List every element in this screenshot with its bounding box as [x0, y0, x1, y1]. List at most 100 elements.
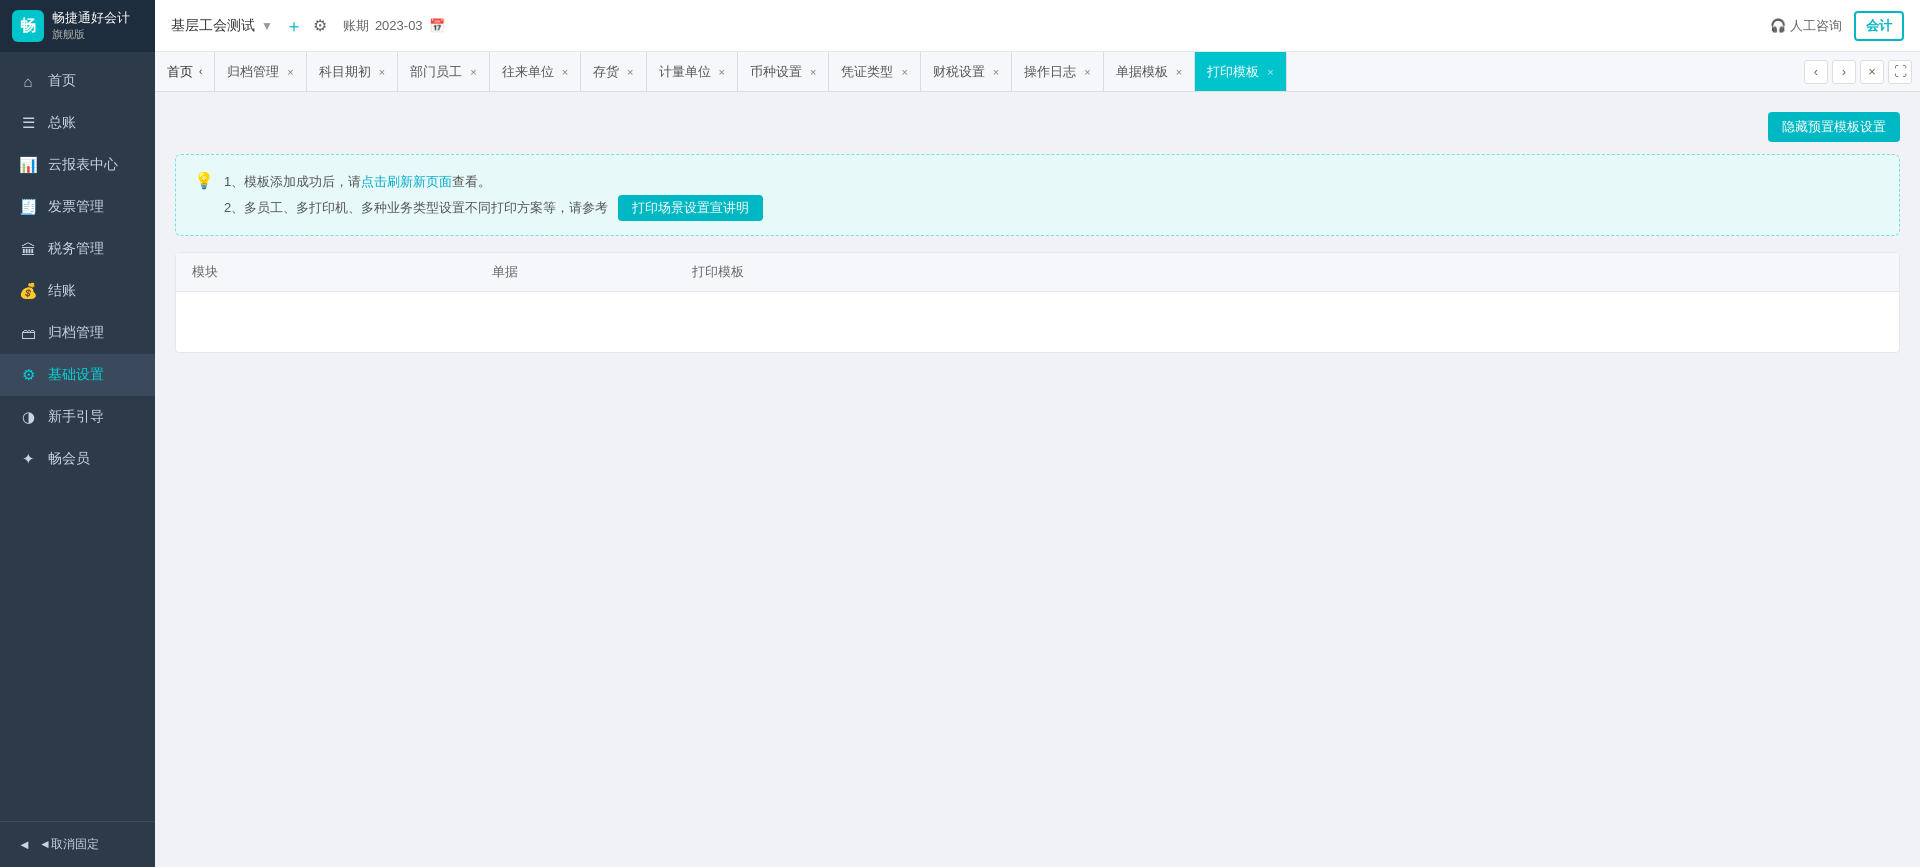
archive-icon: 🗃: [18, 325, 38, 342]
print-template-table: 模块 单据 打印模板: [175, 252, 1900, 353]
settings-icon: ⚙: [18, 366, 38, 384]
sidebar-item-home[interactable]: ⌂ 首页: [0, 60, 155, 102]
tab-close-icon[interactable]: ×: [562, 66, 568, 78]
add-company-button[interactable]: ＋: [285, 14, 303, 38]
sidebar-item-label: 发票管理: [48, 198, 104, 216]
tab-close-icon[interactable]: ×: [810, 66, 816, 78]
period-value: 2023-03: [375, 18, 423, 33]
sidebar-item-member[interactable]: ✦ 畅会员: [0, 438, 155, 480]
logo-icon: 畅: [12, 10, 44, 42]
info-line2: 2、多员工、多打印机、多种业务类型设置不同打印方案等，请参考 打印场景设置宣讲明: [224, 195, 763, 221]
tab-printtemplate[interactable]: 打印模板 ×: [1195, 52, 1286, 91]
tab-subject[interactable]: 科目期初 ×: [307, 52, 398, 91]
column-header-template: 打印模板: [692, 263, 1883, 281]
topbar-right: 🎧 人工咨询 会计: [1770, 11, 1904, 41]
tab-home[interactable]: 首页 ‹: [155, 52, 215, 91]
tab-nav-left-icon: ‹: [199, 66, 202, 77]
main-area: 基层工会测试 ▼ ＋ ⚙ 账期 2023-03 📅 🎧 人工咨询 会计 首页 ‹…: [155, 0, 1920, 867]
sidebar-item-label: 税务管理: [48, 240, 104, 258]
tab-close-icon[interactable]: ×: [470, 66, 476, 78]
tab-archive-label: 归档管理: [227, 63, 279, 81]
refresh-link[interactable]: 点击刷新新页面: [361, 174, 452, 189]
tab-singledoc[interactable]: 单据模板 ×: [1104, 52, 1195, 91]
tab-inventory[interactable]: 存货 ×: [581, 52, 646, 91]
info-box: 💡 1、模板添加成功后，请点击刷新新页面查看。 2、多员工、多打印机、多种业务类…: [175, 154, 1900, 236]
tab-dept-label: 部门员工: [410, 63, 462, 81]
sidebar-item-settings[interactable]: ⚙ 基础设置: [0, 354, 155, 396]
tab-close-icon[interactable]: ×: [379, 66, 385, 78]
sidebar-item-ledger[interactable]: ☰ 总账: [0, 102, 155, 144]
tab-currency-label: 币种设置: [750, 63, 802, 81]
tab-unit[interactable]: 计量单位 ×: [647, 52, 738, 91]
column-header-module: 模块: [192, 263, 492, 281]
sidebar-item-report[interactable]: 📊 云报表中心: [0, 144, 155, 186]
period-display: 账期 2023-03 📅: [343, 17, 445, 35]
sidebar-item-label: 畅会员: [48, 450, 90, 468]
sidebar-item-label: 新手引导: [48, 408, 104, 426]
content-area: 隐藏预置模板设置 💡 1、模板添加成功后，请点击刷新新页面查看。 2、多员工、多…: [155, 92, 1920, 867]
tab-voucher[interactable]: 凭证类型 ×: [829, 52, 920, 91]
tab-voucher-label: 凭证类型: [841, 63, 893, 81]
tab-close-icon[interactable]: ×: [1176, 66, 1182, 78]
tab-scroll-right-button[interactable]: ›: [1832, 60, 1856, 84]
column-header-voucher: 单据: [492, 263, 692, 281]
topbar: 基层工会测试 ▼ ＋ ⚙ 账期 2023-03 📅 🎧 人工咨询 会计: [155, 0, 1920, 52]
logo-text: 畅捷通好会计 旗舰版: [52, 10, 130, 41]
tab-fullscreen-button[interactable]: ⛶: [1888, 60, 1912, 84]
calendar-icon[interactable]: 📅: [429, 18, 445, 33]
member-icon: ✦: [18, 450, 38, 468]
tab-singledoc-label: 单据模板: [1116, 63, 1168, 81]
tab-partner[interactable]: 往来单位 ×: [490, 52, 581, 91]
home-icon: ⌂: [18, 73, 38, 90]
tab-close-icon[interactable]: ×: [901, 66, 907, 78]
service-button[interactable]: 🎧 人工咨询: [1770, 17, 1842, 35]
sidebar-item-tax[interactable]: 🏛 税务管理: [0, 228, 155, 270]
sidebar: 畅 畅捷通好会计 旗舰版 ⌂ 首页 ☰ 总账 📊 云报表中心 🧾 发票管理 🏛 …: [0, 0, 155, 867]
sidebar-item-label: 云报表中心: [48, 156, 118, 174]
tab-inventory-label: 存货: [593, 63, 619, 81]
tab-currency[interactable]: 币种设置 ×: [738, 52, 829, 91]
sidebar-item-label: 总账: [48, 114, 76, 132]
tab-close-icon[interactable]: ×: [1267, 66, 1273, 78]
pin-icon: ◄: [18, 837, 31, 852]
tab-dept[interactable]: 部门员工 ×: [398, 52, 489, 91]
tab-close-icon[interactable]: ×: [993, 66, 999, 78]
tabbar: 首页 ‹ 归档管理 × 科目期初 × 部门员工 × 往来单位 × 存货 × 计量…: [155, 52, 1920, 92]
edition-label: 旗舰版: [52, 27, 130, 41]
period-label: 账期: [343, 17, 369, 35]
guide-icon: ◑: [18, 408, 38, 426]
tab-partner-label: 往来单位: [502, 63, 554, 81]
sidebar-item-checkout[interactable]: 💰 结账: [0, 270, 155, 312]
role-button[interactable]: 会计: [1854, 11, 1904, 41]
tab-scroll-left-button[interactable]: ‹: [1804, 60, 1828, 84]
company-selector[interactable]: 基层工会测试 ▼: [171, 17, 273, 35]
sidebar-item-invoice[interactable]: 🧾 发票管理: [0, 186, 155, 228]
unpin-label: ◄取消固定: [39, 836, 99, 853]
tab-taxset[interactable]: 财税设置 ×: [921, 52, 1012, 91]
info-line1: 1、模板添加成功后，请点击刷新新页面查看。: [224, 169, 763, 195]
tab-close-icon[interactable]: ×: [287, 66, 293, 78]
sidebar-item-label: 归档管理: [48, 324, 104, 342]
sidebar-unpin[interactable]: ◄ ◄取消固定: [0, 821, 155, 867]
invoice-icon: 🧾: [18, 198, 38, 216]
tax-icon: 🏛: [18, 241, 38, 258]
company-settings-icon[interactable]: ⚙: [313, 16, 327, 35]
tabbar-actions: ‹ › × ⛶: [1796, 60, 1920, 84]
sidebar-item-guide[interactable]: ◑ 新手引导: [0, 396, 155, 438]
print-scene-button[interactable]: 打印场景设置宣讲明: [618, 195, 763, 221]
tab-archive[interactable]: 归档管理 ×: [215, 52, 306, 91]
bulb-icon: 💡: [194, 171, 214, 190]
tab-home-label: 首页: [167, 63, 193, 81]
service-label: 人工咨询: [1790, 17, 1842, 35]
tab-close-icon[interactable]: ×: [719, 66, 725, 78]
sidebar-item-label: 结账: [48, 282, 76, 300]
table-body: [176, 292, 1899, 352]
tab-oplog[interactable]: 操作日志 ×: [1012, 52, 1103, 91]
sidebar-item-label: 首页: [48, 72, 76, 90]
sidebar-item-archive[interactable]: 🗃 归档管理: [0, 312, 155, 354]
hide-template-section: 隐藏预置模板设置: [175, 112, 1900, 142]
tab-close-icon[interactable]: ×: [1084, 66, 1090, 78]
hide-template-button[interactable]: 隐藏预置模板设置: [1768, 112, 1900, 142]
tab-close-all-button[interactable]: ×: [1860, 60, 1884, 84]
tab-close-icon[interactable]: ×: [627, 66, 633, 78]
